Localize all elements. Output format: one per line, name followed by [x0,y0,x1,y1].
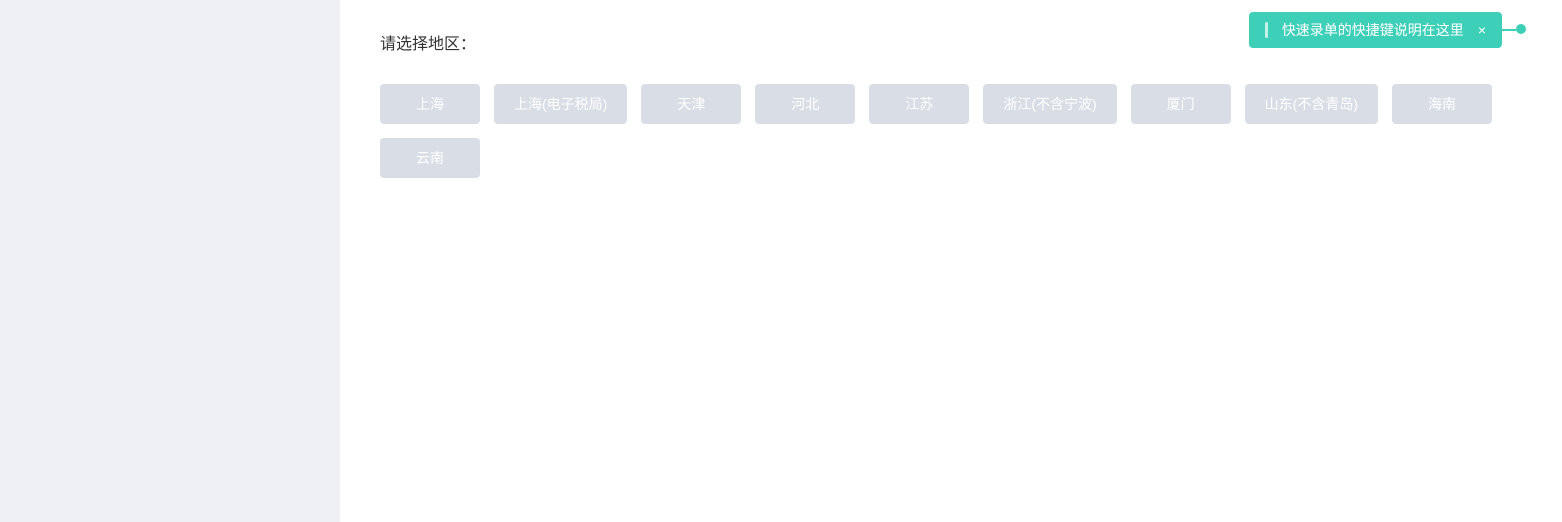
region-buttons: 上海上海(电子税局) 天津河北江苏浙江(不含宁波) 厦门山东(不含青岛) 海南云南 [380,84,1522,178]
region-button-8[interactable]: 海南 [1392,84,1492,124]
region-button-2[interactable]: 天津 [641,84,741,124]
left-sidebar [0,0,340,522]
tooltip-close-button[interactable]: × [1478,23,1486,37]
region-button-0[interactable]: 上海 [380,84,480,124]
region-button-6[interactable]: 厦门 [1131,84,1231,124]
tooltip-text: 快速录单的快捷键说明在这里 [1282,20,1464,40]
region-button-7[interactable]: 山东(不含青岛) [1245,84,1378,124]
region-button-1[interactable]: 上海(电子税局) [494,84,627,124]
region-button-3[interactable]: 河北 [755,84,855,124]
tooltip-dot [1516,24,1526,34]
main-content: 请选择地区： 上海上海(电子税局)天津河北江苏浙江(不含宁波)厦门山东(不含青岛… [340,0,1562,522]
region-button-5[interactable]: 浙江(不含宁波) [983,84,1116,124]
tooltip-banner: 快速录单的快捷键说明在这里 × [1249,12,1502,48]
region-button-4[interactable]: 江苏 [869,84,969,124]
tooltip-line [1501,29,1516,31]
region-button-9[interactable]: 云南 [380,138,480,178]
